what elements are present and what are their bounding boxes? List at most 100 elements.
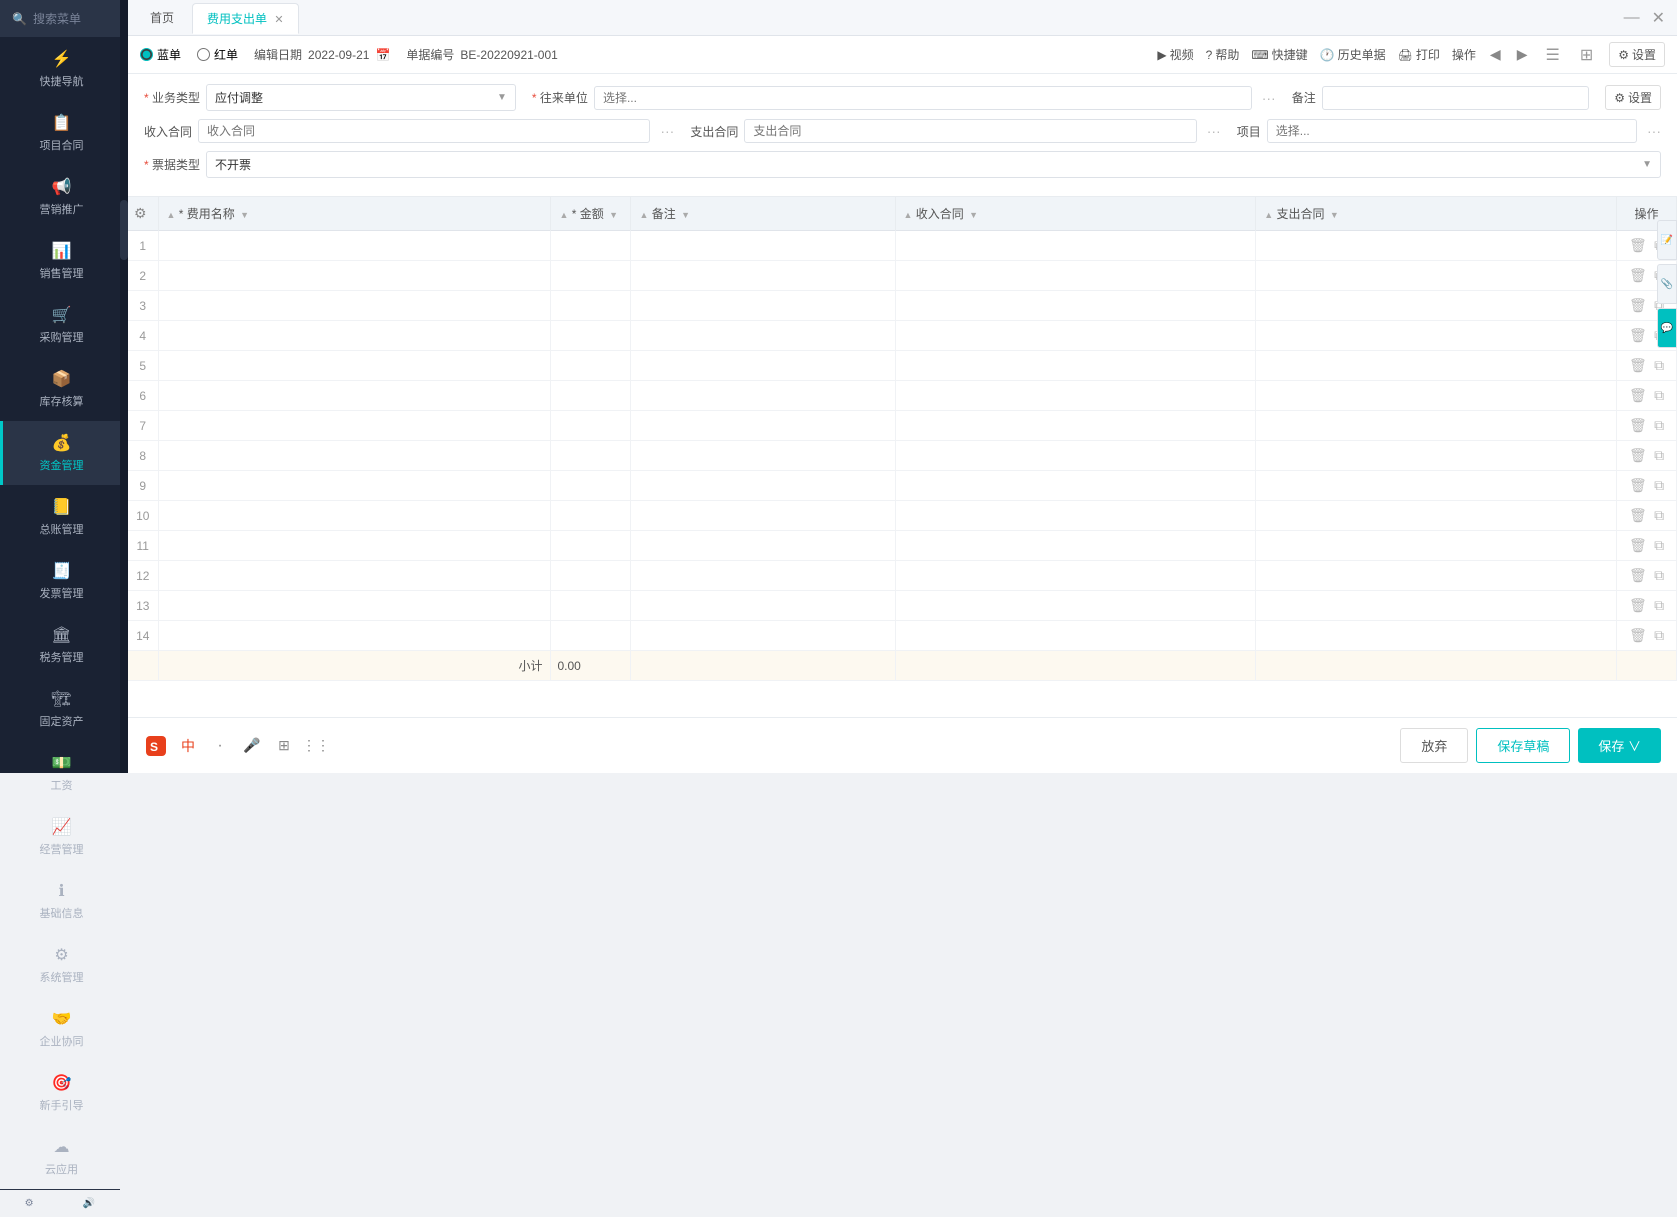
video-button[interactable]: ▶ 视频 [1157, 46, 1193, 63]
cell-expense-contract[interactable] [1256, 531, 1617, 561]
cell-amount[interactable] [551, 261, 631, 291]
income-sort-up-icon[interactable]: ▲ [904, 210, 913, 220]
copy-row-icon[interactable]: ⧉ [1654, 627, 1664, 643]
cell-expense-name[interactable] [158, 231, 551, 261]
cell-amount[interactable] [551, 531, 631, 561]
window-minimize-button[interactable]: — [1620, 9, 1644, 27]
radio-red-input[interactable] [197, 48, 210, 61]
sidebar-item-tax[interactable]: 🏛 税务管理 [0, 613, 120, 677]
copy-row-icon[interactable]: ⧉ [1654, 417, 1664, 433]
project-input[interactable] [1267, 119, 1637, 143]
copy-row-icon[interactable]: ⧉ [1654, 477, 1664, 493]
note-input[interactable] [1322, 86, 1590, 110]
sort-up-icon[interactable]: ▲ [167, 210, 176, 220]
expense-sort-down-icon[interactable]: ▼ [1330, 210, 1339, 220]
cell-note[interactable] [631, 291, 895, 321]
cell-amount[interactable] [551, 321, 631, 351]
save-draft-button[interactable]: 保存草稿 [1476, 728, 1570, 763]
expense-contract-input[interactable] [744, 119, 1196, 143]
cell-amount[interactable] [551, 291, 631, 321]
cell-amount[interactable] [551, 441, 631, 471]
cell-expense-name[interactable] [158, 591, 551, 621]
footer-zhong-icon[interactable]: 中 [176, 734, 200, 758]
delete-row-icon[interactable]: 🗑 [1629, 357, 1647, 373]
cell-expense-name[interactable] [158, 501, 551, 531]
sidebar-item-enterprise[interactable]: 🤝 企业协同 [0, 997, 120, 1061]
cell-note[interactable] [631, 441, 895, 471]
copy-row-icon[interactable]: ⧉ [1654, 537, 1664, 553]
note-sort-down-icon[interactable]: ▼ [681, 210, 690, 220]
cell-income-contract[interactable] [895, 411, 1256, 441]
radio-blue[interactable]: 蓝单 [140, 46, 181, 63]
grid-view-button[interactable]: ⊞ [1576, 45, 1597, 65]
volume-bottom[interactable]: 🔊 [83, 1198, 95, 1209]
cell-income-contract[interactable] [895, 591, 1256, 621]
nav-next-icon[interactable]: ▶ [1515, 46, 1530, 63]
cell-income-contract[interactable] [895, 351, 1256, 381]
cell-expense-contract[interactable] [1256, 291, 1617, 321]
biz-type-select[interactable]: 应付调整 ▼ [206, 84, 516, 111]
radio-blue-input[interactable] [140, 48, 153, 61]
cell-expense-name[interactable] [158, 471, 551, 501]
counterpart-input[interactable] [594, 86, 1252, 110]
cell-income-contract[interactable] [895, 561, 1256, 591]
delete-row-icon[interactable]: 🗑 [1629, 567, 1647, 583]
form-settings-button[interactable]: ⚙ 设置 [1605, 85, 1661, 110]
cell-note[interactable] [631, 501, 895, 531]
sidebar-scrollbar[interactable] [120, 0, 128, 773]
cell-income-contract[interactable] [895, 471, 1256, 501]
cell-amount[interactable] [551, 561, 631, 591]
radio-red[interactable]: 红单 [197, 46, 238, 63]
cell-amount[interactable] [551, 351, 631, 381]
calendar-icon[interactable]: 📅 [375, 48, 390, 62]
sidebar-item-accounting[interactable]: 📒 总账管理 [0, 485, 120, 549]
delete-row-icon[interactable]: 🗑 [1629, 417, 1647, 433]
income-contract-more-icon[interactable]: ··· [660, 123, 674, 139]
cell-income-contract[interactable] [895, 231, 1256, 261]
cell-expense-name[interactable] [158, 381, 551, 411]
sidebar-item-inventory[interactable]: 📦 库存核算 [0, 357, 120, 421]
note-sort-up-icon[interactable]: ▲ [639, 210, 648, 220]
cell-expense-name[interactable] [158, 561, 551, 591]
history-button[interactable]: 🕐 历史单据 [1320, 46, 1386, 63]
cell-amount[interactable] [551, 591, 631, 621]
cell-income-contract[interactable] [895, 501, 1256, 531]
ops-button[interactable]: 操作 [1452, 46, 1476, 63]
cell-expense-name[interactable] [158, 351, 551, 381]
sidebar-item-sales[interactable]: 📊 销售管理 [0, 229, 120, 293]
sidebar-item-quick-nav[interactable]: ⚡ 快捷导航 [0, 37, 120, 101]
cell-amount[interactable] [551, 471, 631, 501]
edge-tab-attach[interactable]: 📎 [1657, 264, 1677, 304]
amount-sort-up-icon[interactable]: ▲ [559, 210, 568, 220]
cell-expense-name[interactable] [158, 411, 551, 441]
tab-home[interactable]: 首页 [136, 3, 188, 32]
cell-expense-name[interactable] [158, 291, 551, 321]
delete-row-icon[interactable]: 🗑 [1629, 327, 1647, 343]
delete-row-icon[interactable]: 🗑 [1629, 597, 1647, 613]
edge-tab-msg[interactable]: 💬 [1657, 308, 1677, 348]
cell-income-contract[interactable] [895, 261, 1256, 291]
sidebar-item-cloud[interactable]: ☁ 云应用 [0, 1125, 120, 1189]
settings-button[interactable]: ⚙ 设置 [1609, 42, 1665, 67]
tab-close-icon[interactable]: ✕ [274, 14, 283, 26]
expense-sort-up-icon[interactable]: ▲ [1264, 210, 1273, 220]
sidebar-item-marketing[interactable]: 📢 营销推广 [0, 165, 120, 229]
discard-button[interactable]: 放弃 [1400, 728, 1468, 763]
cell-note[interactable] [631, 591, 895, 621]
cell-expense-contract[interactable] [1256, 471, 1617, 501]
delete-row-icon[interactable]: 🗑 [1629, 267, 1647, 283]
delete-row-icon[interactable]: 🗑 [1629, 477, 1647, 493]
cell-income-contract[interactable] [895, 291, 1256, 321]
cell-note[interactable] [631, 381, 895, 411]
sidebar-search[interactable]: 🔍 搜索菜单 [0, 0, 120, 37]
cell-amount[interactable] [551, 501, 631, 531]
print-button[interactable]: 🖨 打印 [1398, 46, 1440, 63]
tab-expense-bill[interactable]: 费用支出单 ✕ [192, 3, 299, 34]
copy-row-icon[interactable]: ⧉ [1654, 507, 1664, 523]
cell-note[interactable] [631, 231, 895, 261]
delete-row-icon[interactable]: 🗑 [1629, 447, 1647, 463]
cell-expense-contract[interactable] [1256, 441, 1617, 471]
edge-tab-note[interactable]: 📝 [1657, 220, 1677, 260]
table-gear-icon[interactable]: ⚙ [134, 205, 147, 221]
settings-bottom[interactable]: ⚙ [25, 1198, 34, 1209]
